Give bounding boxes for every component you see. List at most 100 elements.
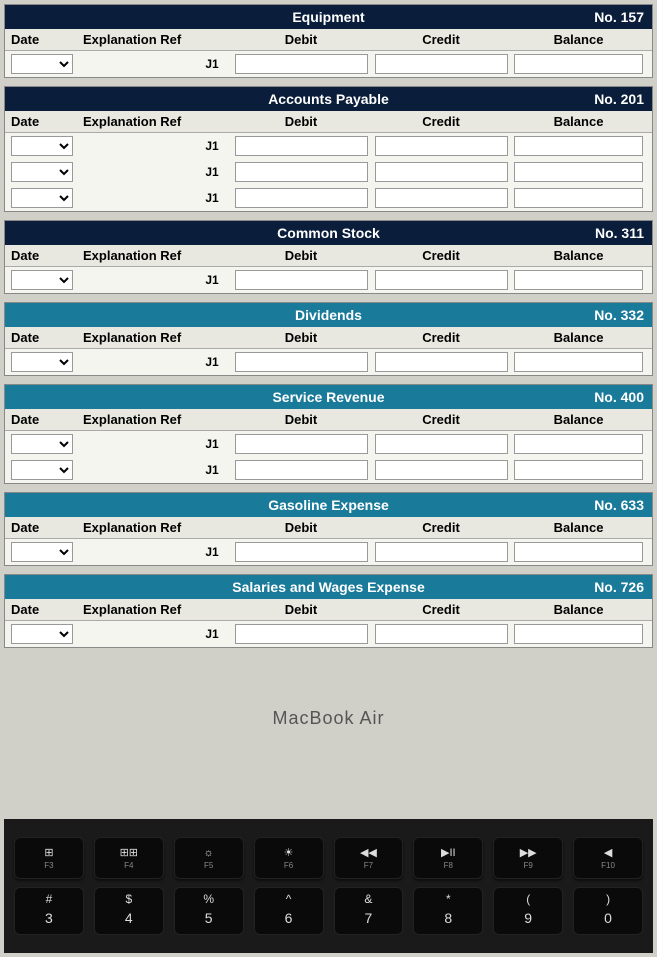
col-explanation-ref-header: Explanation Ref [83,520,231,535]
account-title: Equipment [93,9,564,25]
account-block: Service RevenueNo. 400DateExplanation Re… [4,384,653,484]
date-select[interactable] [11,136,73,156]
keyboard-key: (9 [493,887,563,935]
debit-input[interactable] [235,162,368,182]
account-title-bar: Service RevenueNo. 400 [5,385,652,409]
keyboard-key: %5 [174,887,244,935]
col-explanation-ref-header: Explanation Ref [83,330,231,345]
debit-input[interactable] [235,624,368,644]
column-header-row: DateExplanation RefDebitCreditBalance [5,327,652,349]
account-title-bar: Accounts PayableNo. 201 [5,87,652,111]
col-date-header: Date [11,248,83,263]
ledger-row: J1 [5,457,652,483]
col-debit-header: Debit [231,248,371,263]
ref-label: J1 [193,627,231,641]
balance-input[interactable] [514,542,642,562]
balance-input[interactable] [514,624,642,644]
account-title: Gasoline Expense [93,497,564,513]
balance-input[interactable] [514,136,642,156]
keyboard-key: ☀F6 [254,837,324,879]
account-number: No. 633 [564,497,644,513]
credit-input[interactable] [375,434,508,454]
account-number: No. 157 [564,9,644,25]
keyboard-key: ◀◀F7 [334,837,404,879]
balance-input[interactable] [514,54,642,74]
ledger-row: J1 [5,51,652,77]
date-select[interactable] [11,624,73,644]
col-credit-header: Credit [371,330,511,345]
date-select[interactable] [11,54,73,74]
keyboard-key: $4 [94,887,164,935]
debit-input[interactable] [235,136,368,156]
debit-input[interactable] [235,434,368,454]
column-header-row: DateExplanation RefDebitCreditBalance [5,409,652,431]
col-balance-header: Balance [511,248,646,263]
debit-input[interactable] [235,270,368,290]
keyboard-key: )0 [573,887,643,935]
ledger-row: J1 [5,431,652,457]
keyboard-function-row: ⊞F3⊞⊞F4☼F5☀F6◀◀F7▶IIF8▶▶F9◀F10 [4,819,653,887]
ref-label: J1 [193,463,231,477]
debit-input[interactable] [235,352,368,372]
col-balance-header: Balance [511,330,646,345]
account-number: No. 400 [564,389,644,405]
ref-label: J1 [193,191,231,205]
col-balance-header: Balance [511,602,646,617]
column-header-row: DateExplanation RefDebitCreditBalance [5,517,652,539]
account-title: Salaries and Wages Expense [93,579,564,595]
keyboard-key: &7 [334,887,404,935]
credit-input[interactable] [375,136,508,156]
col-debit-header: Debit [231,602,371,617]
debit-input[interactable] [235,542,368,562]
date-select[interactable] [11,188,73,208]
debit-input[interactable] [235,54,368,74]
ref-label: J1 [193,437,231,451]
column-header-row: DateExplanation RefDebitCreditBalance [5,29,652,51]
date-select[interactable] [11,460,73,480]
date-select[interactable] [11,162,73,182]
ref-label: J1 [193,57,231,71]
credit-input[interactable] [375,352,508,372]
credit-input[interactable] [375,270,508,290]
account-block: EquipmentNo. 157DateExplanation RefDebit… [4,4,653,78]
balance-input[interactable] [514,460,642,480]
credit-input[interactable] [375,54,508,74]
credit-input[interactable] [375,624,508,644]
account-title-bar: EquipmentNo. 157 [5,5,652,29]
balance-input[interactable] [514,352,642,372]
balance-input[interactable] [514,270,642,290]
credit-input[interactable] [375,460,508,480]
balance-input[interactable] [514,162,642,182]
col-date-header: Date [11,32,83,47]
credit-input[interactable] [375,542,508,562]
col-date-header: Date [11,330,83,345]
keyboard-key: ☼F5 [174,837,244,879]
balance-input[interactable] [514,434,642,454]
account-block: Accounts PayableNo. 201DateExplanation R… [4,86,653,212]
debit-input[interactable] [235,188,368,208]
column-header-row: DateExplanation RefDebitCreditBalance [5,599,652,621]
ledger-row: J1 [5,349,652,375]
date-select[interactable] [11,270,73,290]
debit-input[interactable] [235,460,368,480]
col-debit-header: Debit [231,32,371,47]
account-block: DividendsNo. 332DateExplanation RefDebit… [4,302,653,376]
account-block: Gasoline ExpenseNo. 633 DateExplanation R… [4,492,653,566]
col-explanation-ref-header: Explanation Ref [83,114,231,129]
ledger-row: J1 [5,185,652,211]
ledger-row: J1 [5,159,652,185]
date-select[interactable] [11,542,73,562]
col-debit-header: Debit [231,520,371,535]
col-date-header: Date [11,602,83,617]
balance-input[interactable] [514,188,642,208]
col-explanation-ref-header: Explanation Ref [83,32,231,47]
date-select[interactable] [11,352,73,372]
credit-input[interactable] [375,188,508,208]
credit-input[interactable] [375,162,508,182]
col-balance-header: Balance [511,114,646,129]
col-credit-header: Credit [371,412,511,427]
keyboard-key: ⊞⊞F4 [94,837,164,879]
col-explanation-ref-header: Explanation Ref [83,602,231,617]
col-balance-header: Balance [511,520,646,535]
date-select[interactable] [11,434,73,454]
